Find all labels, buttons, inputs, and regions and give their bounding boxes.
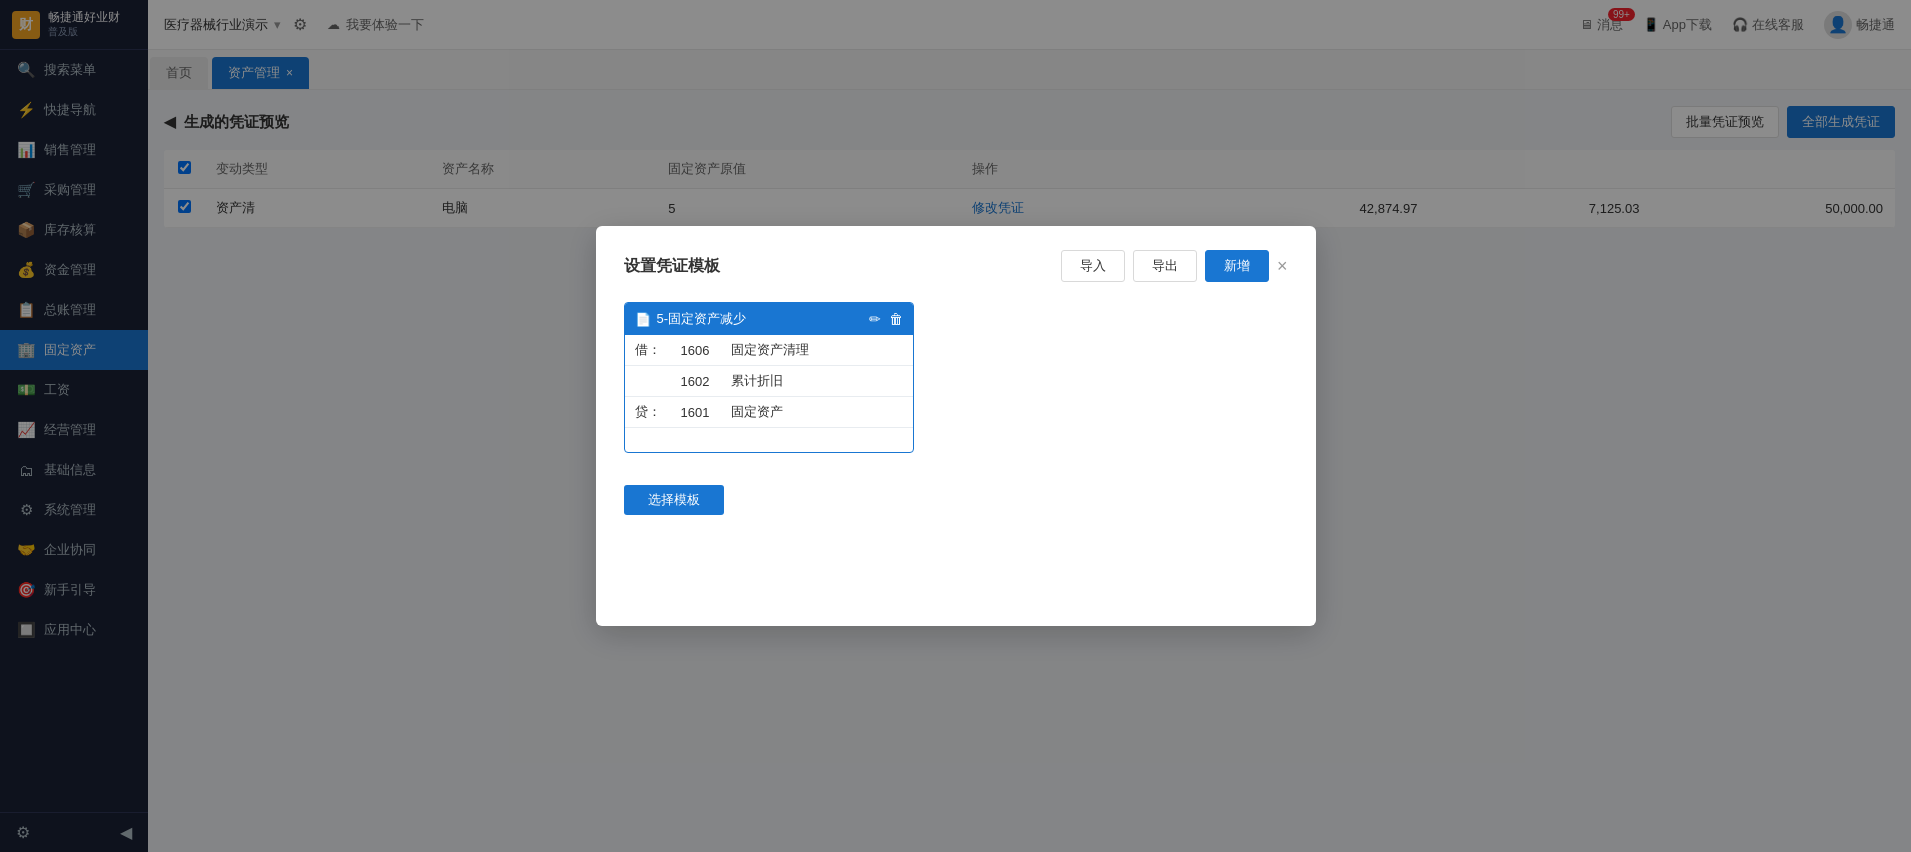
entry-col4 (885, 335, 913, 366)
entry-label-empty (625, 366, 671, 397)
template-edit-icon[interactable]: ✏ (869, 311, 881, 327)
set-template-dialog: 设置凭证模板 导入 导出 新增 × 📄 5-固定资产减少 ✏ 🗑 (596, 226, 1316, 626)
template-card: 📄 5-固定资产减少 ✏ 🗑 借： 1606 固定资产清理 (624, 302, 914, 453)
entry-name-3: 固定资产 (721, 397, 857, 428)
modal-overlay: 设置凭证模板 导入 导出 新增 × 📄 5-固定资产减少 ✏ 🗑 (0, 0, 1911, 852)
empty-cell (671, 428, 721, 452)
empty-cell (885, 428, 913, 452)
template-card-title: 📄 5-固定资产减少 (635, 310, 747, 328)
select-template-button[interactable]: 选择模板 (624, 485, 724, 515)
entry-credit-label: 贷： (625, 397, 671, 428)
select-template-area: 选择模板 (624, 469, 1288, 515)
template-doc-icon: 📄 (635, 312, 651, 327)
entry-code-1: 1606 (671, 335, 721, 366)
template-entry-row: 借： 1606 固定资产清理 (625, 335, 913, 366)
entry-name-1: 固定资产清理 (721, 335, 857, 366)
template-delete-icon[interactable]: 🗑 (889, 311, 903, 327)
entry-col3 (857, 397, 885, 428)
entry-col3 (857, 335, 885, 366)
entry-col3 (857, 366, 885, 397)
template-card-header: 📄 5-固定资产减少 ✏ 🗑 (625, 303, 913, 335)
template-name: 5-固定资产减少 (657, 310, 747, 328)
new-template-button[interactable]: 新增 (1205, 250, 1269, 282)
dialog-header: 设置凭证模板 导入 导出 新增 × (624, 250, 1288, 282)
template-card-actions: ✏ 🗑 (869, 311, 903, 327)
entry-code-2: 1602 (671, 366, 721, 397)
entry-name-2: 累计折旧 (721, 366, 857, 397)
import-button[interactable]: 导入 (1061, 250, 1125, 282)
dialog-title: 设置凭证模板 (624, 256, 720, 277)
export-button[interactable]: 导出 (1133, 250, 1197, 282)
template-entry-row: 1602 累计折旧 (625, 366, 913, 397)
empty-cell (721, 428, 857, 452)
dialog-close-button[interactable]: × (1277, 257, 1288, 275)
template-entries-table: 借： 1606 固定资产清理 1602 累计折旧 贷： (625, 335, 913, 452)
empty-cell (857, 428, 885, 452)
empty-cell (625, 428, 671, 452)
template-empty-row (625, 428, 913, 452)
template-entry-row: 贷： 1601 固定资产 (625, 397, 913, 428)
entry-code-3: 1601 (671, 397, 721, 428)
entry-debit-label: 借： (625, 335, 671, 366)
entry-col4 (885, 366, 913, 397)
dialog-actions: 导入 导出 新增 (1061, 250, 1269, 282)
entry-col4 (885, 397, 913, 428)
